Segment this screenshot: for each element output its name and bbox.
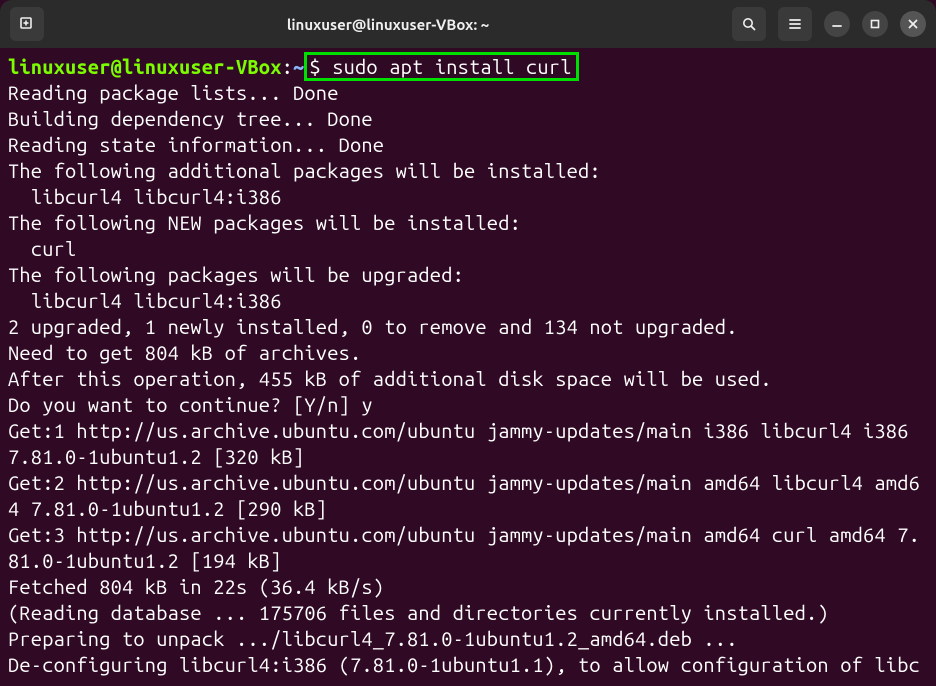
- hamburger-icon: [787, 16, 803, 32]
- titlebar-right: [732, 7, 926, 41]
- minimize-button[interactable]: [824, 11, 850, 37]
- minimize-icon: [831, 18, 843, 30]
- maximize-button[interactable]: [862, 11, 888, 37]
- prompt-path: ~: [293, 55, 304, 78]
- output-line: libcurl4 libcurl4:i386: [8, 184, 928, 210]
- new-tab-button[interactable]: [10, 7, 44, 41]
- output-line: The following additional packages will b…: [8, 158, 928, 184]
- output-line: Reading state information... Done: [8, 132, 928, 158]
- output-line: 2 upgraded, 1 newly installed, 0 to remo…: [8, 314, 928, 340]
- menu-button[interactable]: [778, 7, 812, 41]
- output-line: Fetched 804 kB in 22s (36.4 kB/s): [8, 574, 928, 600]
- prompt-colon: :: [282, 55, 293, 78]
- window-titlebar: linuxuser@linuxuser-VBox: ~: [0, 0, 936, 48]
- prompt-user-host: linuxuser@linuxuser-VBox: [8, 55, 282, 78]
- close-button[interactable]: [900, 11, 926, 37]
- terminal-viewport[interactable]: linuxuser@linuxuser-VBox:~$ sudo apt ins…: [0, 48, 936, 686]
- search-icon: [741, 16, 757, 32]
- output-line: Building dependency tree... Done: [8, 106, 928, 132]
- search-button[interactable]: [732, 7, 766, 41]
- command-text: sudo apt install curl: [332, 55, 571, 78]
- window-title: linuxuser@linuxuser-VBox: ~: [44, 16, 732, 33]
- output-line: The following NEW packages will be insta…: [8, 210, 928, 236]
- new-tab-icon: [19, 16, 35, 32]
- maximize-icon: [869, 18, 881, 30]
- output-line: Preparing to unpack .../libcurl4_7.81.0-…: [8, 626, 928, 652]
- output-line: (Reading database ... 175706 files and d…: [8, 600, 928, 626]
- output-line: Need to get 804 kB of archives.: [8, 340, 928, 366]
- output-line: Get:3 http://us.archive.ubuntu.com/ubunt…: [8, 522, 928, 574]
- output-line: Do you want to continue? [Y/n] y: [8, 392, 928, 418]
- output-line: After this operation, 455 kB of addition…: [8, 366, 928, 392]
- command-highlight-box: $ sudo apt install curl: [304, 52, 578, 81]
- output-line: Get:1 http://us.archive.ubuntu.com/ubunt…: [8, 418, 928, 470]
- output-line: De-configuring libcurl4:i386 (7.81.0-1ub…: [8, 652, 928, 678]
- close-icon: [907, 18, 919, 30]
- output-line: curl: [8, 236, 928, 262]
- output-line: Reading package lists... Done: [8, 80, 928, 106]
- output-line: The following packages will be upgraded:: [8, 262, 928, 288]
- output-line: libcurl4 libcurl4:i386: [8, 288, 928, 314]
- titlebar-left: [10, 7, 44, 41]
- output-line: Get:2 http://us.archive.ubuntu.com/ubunt…: [8, 470, 928, 522]
- prompt-symbol: $: [309, 55, 320, 78]
